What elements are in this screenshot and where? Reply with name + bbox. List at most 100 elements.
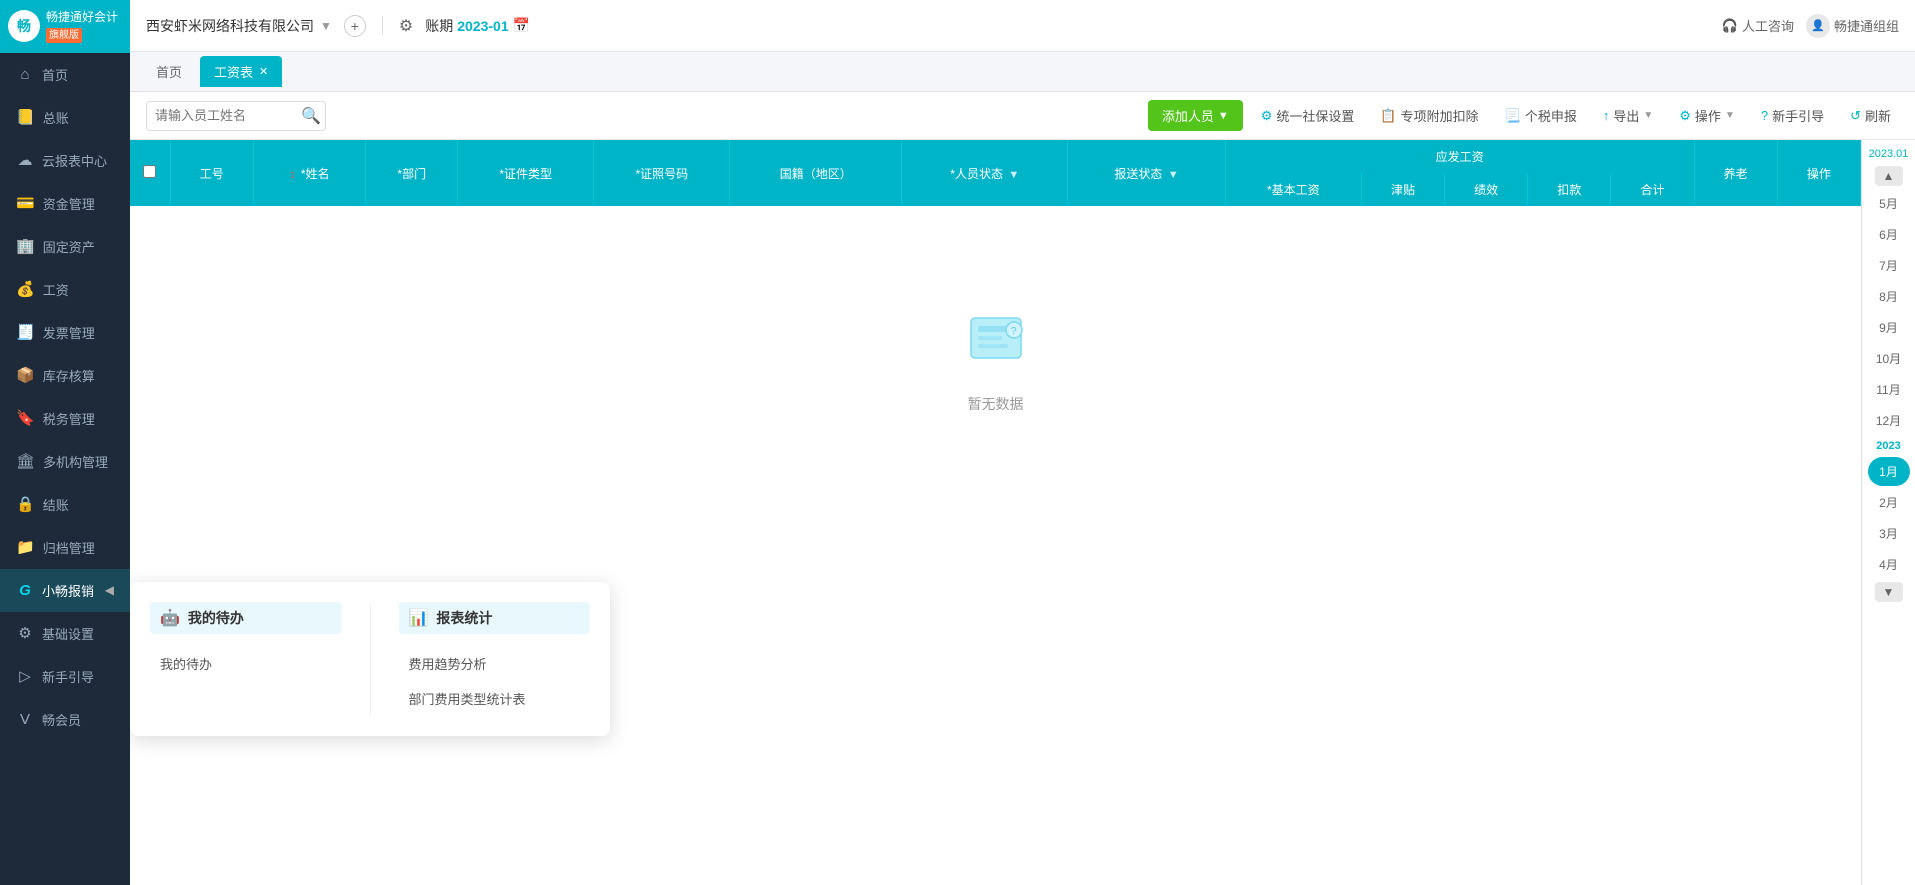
- timeline-month-2022-7[interactable]: 7月: [1868, 251, 1910, 280]
- dropdown-section-todo-title: 🤖 我的待办: [150, 602, 342, 634]
- sidebar-item-close[interactable]: 🔒 结账: [0, 483, 130, 526]
- table-container: 工号 ↕ *姓名 *部门 *证件类型 *证照号码 国籍（地区） *人员状态: [130, 140, 1861, 885]
- select-all-checkbox[interactable]: [143, 165, 156, 178]
- timeline-month-2022-12[interactable]: 12月: [1868, 406, 1910, 435]
- th-operation: 操作: [1777, 140, 1860, 206]
- operation-action[interactable]: ⚙ 操作 ▼: [1671, 102, 1743, 129]
- search-box[interactable]: 🔍: [146, 101, 326, 131]
- report-status-filter[interactable]: ▼: [1168, 169, 1179, 181]
- th-salary-group: 应发工资: [1225, 140, 1694, 173]
- th-id-number: *证照号码: [594, 140, 730, 206]
- timeline-month-2023-2[interactable]: 2月: [1868, 488, 1910, 517]
- th-personnel-status: *人员状态 ▼: [902, 140, 1068, 206]
- sidebar-item-basic[interactable]: ⚙ 基础设置: [0, 612, 130, 655]
- sidebar-item-guide[interactable]: ▷ 新手引导: [0, 655, 130, 698]
- logo-text: 畅捷通好会计 旗舰版: [46, 10, 118, 43]
- dropdown-menu: 🤖 我的待办 我的待办 📊 报表统计 费用趋势分析 部门费用类型统计表: [130, 582, 610, 736]
- dropdown-item-my-todo[interactable]: 我的待办: [150, 646, 342, 681]
- sidebar-item-multi-org[interactable]: 🏛 多机构管理: [0, 440, 130, 483]
- close-accounts-icon: 🔒: [16, 495, 35, 513]
- sidebar-item-member[interactable]: V 畅会员: [0, 698, 130, 741]
- add-person-button[interactable]: 添加人员 ▼: [1148, 100, 1243, 131]
- refresh-action[interactable]: ↺ 刷新: [1842, 102, 1899, 129]
- tab-salary[interactable]: 工资表 ✕: [200, 56, 282, 87]
- timeline-month-2022-11[interactable]: 11月: [1868, 375, 1910, 404]
- search-input[interactable]: [155, 108, 295, 123]
- dropdown-divider: [370, 602, 371, 716]
- dropdown-section-report-stats: 📊 报表统计 费用趋势分析 部门费用类型统计表: [399, 602, 591, 716]
- timeline-prev-btn[interactable]: ▲: [1875, 166, 1903, 186]
- timeline-month-2023-4[interactable]: 4月: [1868, 550, 1910, 579]
- headset-icon: 🎧: [1722, 18, 1738, 34]
- tax-report-action[interactable]: 📃 个税申报: [1497, 102, 1585, 129]
- th-total: 合计: [1611, 173, 1694, 206]
- th-deduction: 扣款: [1528, 173, 1611, 206]
- tab-home[interactable]: 首页: [142, 56, 196, 87]
- new-guide-icon: ?: [1761, 108, 1768, 123]
- company-name: 西安虾米网络科技有限公司: [146, 16, 314, 36]
- sidebar-item-tax[interactable]: 🔖 税务管理: [0, 397, 130, 440]
- tab-close-salary[interactable]: ✕: [259, 65, 268, 78]
- sidebar-item-ledger[interactable]: 📒 总账: [0, 96, 130, 139]
- guide-icon: ▷: [16, 667, 34, 685]
- tax-icon: 🔖: [16, 409, 35, 427]
- operation-icon: ⚙: [1679, 108, 1691, 124]
- fund-icon: 💳: [16, 194, 35, 212]
- sidebar-item-invoice[interactable]: 🧾 发票管理: [0, 311, 130, 354]
- sidebar-item-cloud-report[interactable]: ☁ 云报表中心: [0, 139, 130, 182]
- company-selector[interactable]: 西安虾米网络科技有限公司 ▼: [146, 16, 332, 36]
- support-action[interactable]: 🎧 人工咨询: [1722, 16, 1794, 35]
- export-action[interactable]: ↑ 导出 ▼: [1595, 102, 1661, 129]
- dropdown-section-report-title: 📊 报表统计: [399, 602, 591, 634]
- social-security-action[interactable]: ⚙ 统一社保设置: [1253, 102, 1363, 129]
- sidebar-item-home[interactable]: ⌂ 首页: [0, 53, 130, 96]
- sidebar-nav: ⌂ 首页 📒 总账 ☁ 云报表中心 💳 资金管理 🏢 固定资产 💰 工资 🧾 发…: [0, 53, 130, 885]
- svg-text:?: ?: [1011, 326, 1017, 337]
- personnel-status-filter[interactable]: ▼: [1008, 169, 1019, 181]
- dropdown-item-cost-trend[interactable]: 费用趋势分析: [399, 646, 591, 681]
- member-icon: V: [16, 711, 34, 728]
- timeline-next-btn[interactable]: ▼: [1875, 582, 1903, 602]
- th-allowance: 津贴: [1361, 173, 1444, 206]
- sidebar-item-salary[interactable]: 💰 工资: [0, 268, 130, 311]
- timeline-month-2022-8[interactable]: 8月: [1868, 282, 1910, 311]
- sidebar-item-expense[interactable]: G 小畅报销 ◀: [0, 569, 130, 612]
- sidebar-item-inventory[interactable]: 📦 库存核算: [0, 354, 130, 397]
- th-employee-id: 工号: [170, 140, 253, 206]
- th-name: ↕ *姓名: [253, 140, 366, 206]
- report-title-icon: 📊: [409, 608, 429, 628]
- export-icon: ↑: [1603, 108, 1610, 123]
- logo-icon: 畅: [8, 10, 40, 42]
- home-icon: ⌂: [16, 66, 34, 83]
- sidebar-item-fixed-assets[interactable]: 🏢 固定资产: [0, 225, 130, 268]
- archive-icon: 📁: [16, 538, 35, 556]
- timeline-month-2022-6[interactable]: 6月: [1868, 220, 1910, 249]
- new-guide-action[interactable]: ? 新手引导: [1753, 102, 1832, 129]
- th-pension: 养老: [1694, 140, 1777, 206]
- refresh-icon: ↺: [1850, 108, 1861, 124]
- th-checkbox: [130, 140, 170, 206]
- timeline-month-2023-1[interactable]: 1月: [1868, 457, 1910, 486]
- timeline-current-year: 2023.01: [1867, 144, 1911, 164]
- main-content: 西安虾米网络科技有限公司 ▼ + ⚙ 账期 2023-01 📅 🎧 人工咨询 👤…: [130, 0, 1915, 885]
- timeline-month-2022-5[interactable]: 5月: [1868, 189, 1910, 218]
- special-deduction-icon: 📋: [1380, 108, 1396, 124]
- timeline-month-2022-9[interactable]: 9月: [1868, 313, 1910, 342]
- export-dropdown-arrow: ▼: [1643, 110, 1653, 121]
- sidebar-item-fund[interactable]: 💳 资金管理: [0, 182, 130, 225]
- multi-org-icon: 🏛: [16, 452, 35, 470]
- tabs-bar: 首页 工资表 ✕: [130, 52, 1915, 92]
- user-action[interactable]: 👤 畅捷通组组: [1806, 14, 1899, 38]
- sidebar-item-archive[interactable]: 📁 归档管理: [0, 526, 130, 569]
- timeline-month-2022-10[interactable]: 10月: [1868, 344, 1910, 373]
- add-company-button[interactable]: +: [344, 15, 366, 37]
- settings-icon-topbar[interactable]: ⚙: [399, 16, 413, 36]
- timeline-month-2023-3[interactable]: 3月: [1868, 519, 1910, 548]
- special-deduction-action[interactable]: 📋 专项附加扣除: [1372, 102, 1486, 129]
- th-department: *部门: [366, 140, 458, 206]
- dropdown-item-dept-cost[interactable]: 部门费用类型统计表: [399, 681, 591, 716]
- dropdown-section-todo: 🤖 我的待办 我的待办: [150, 602, 342, 716]
- cloud-icon: ☁: [16, 151, 34, 169]
- ledger-icon: 📒: [16, 108, 35, 126]
- calendar-icon[interactable]: 📅: [513, 17, 530, 34]
